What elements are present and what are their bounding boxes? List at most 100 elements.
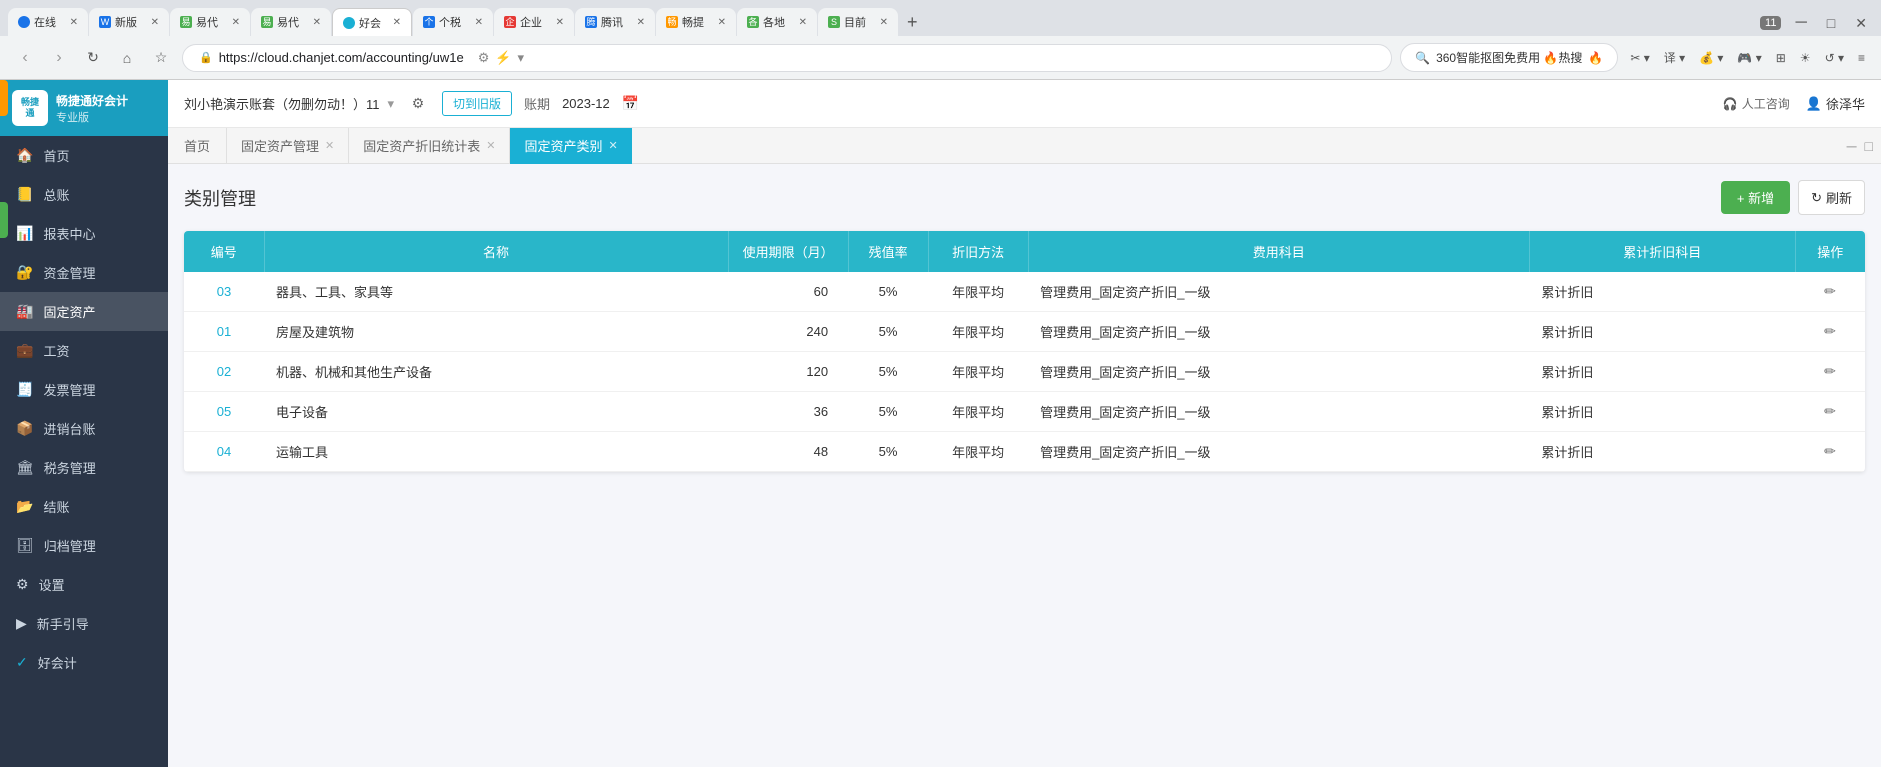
- nav-star[interactable]: ☆: [148, 45, 174, 71]
- tab-1-close[interactable]: ✕: [70, 17, 78, 28]
- sidebar-item-fixed[interactable]: 🏭 固定资产: [0, 292, 168, 331]
- sidebar-item-report[interactable]: 📊 报表中心: [0, 214, 168, 253]
- tab-2-close[interactable]: ✕: [151, 17, 159, 28]
- page-tab-fixed-mgmt[interactable]: 固定资产管理 ✕: [227, 128, 349, 164]
- page-tab-depreciation[interactable]: 固定资产折旧统计表 ✕: [349, 128, 510, 164]
- tab-6-close[interactable]: ✕: [475, 17, 483, 28]
- browser-close[interactable]: ✕: [1849, 15, 1873, 32]
- tab-5-close[interactable]: ✕: [393, 17, 401, 28]
- brand-info: 畅捷通好会计 专业版: [56, 92, 128, 125]
- tab-11-close[interactable]: ✕: [880, 17, 888, 28]
- browser-tab-2[interactable]: W 新版 ✕: [89, 8, 169, 36]
- row3-name: 机器、机械和其他生产设备: [264, 352, 728, 392]
- close-tab-2[interactable]: ✕: [486, 139, 495, 152]
- content-toolbar: + 新增 ↻ 刷新: [1721, 180, 1865, 215]
- sidebar-item-ledger[interactable]: 📒 总账: [0, 175, 168, 214]
- calendar-icon[interactable]: 📅: [622, 95, 639, 112]
- close-tab-3[interactable]: ✕: [609, 139, 618, 152]
- tab-9-close[interactable]: ✕: [718, 17, 726, 28]
- maximize-panel[interactable]: □: [1865, 138, 1873, 154]
- translate-tool[interactable]: 译 ▾: [1660, 49, 1689, 66]
- browser-tab-8[interactable]: 腾 腾讯 ✕: [575, 8, 655, 36]
- sidebar-item-salary[interactable]: 💼 工资: [0, 331, 168, 370]
- user-info[interactable]: 👤 徐泽华: [1806, 94, 1865, 113]
- add-btn[interactable]: + 新增: [1721, 181, 1790, 214]
- history-tool[interactable]: ↺ ▾: [1821, 51, 1848, 65]
- page-tab-category[interactable]: 固定资产类别 ✕: [510, 128, 631, 164]
- tab-4-close[interactable]: ✕: [313, 17, 321, 28]
- col-residual: 残值率: [848, 231, 928, 272]
- url-bar[interactable]: 🔒 https://cloud.chanjet.com/accounting/u…: [182, 44, 1392, 72]
- brand-name: 畅捷通好会计: [56, 92, 128, 109]
- sidebar-item-invoice[interactable]: 🧾 发票管理: [0, 370, 168, 409]
- fixed-icon: 🏭: [16, 303, 33, 320]
- dropdown-icon[interactable]: ▾: [388, 96, 395, 112]
- fixed-label: 固定资产: [43, 302, 95, 321]
- wallet-tool[interactable]: 💰 ▾: [1695, 51, 1727, 65]
- sidebar: 畅捷通 畅捷通好会计 专业版 🏠 首页 📒 总账 📊 报表中心: [0, 80, 168, 767]
- browser-tab-9[interactable]: 畅 畅提 ✕: [656, 8, 736, 36]
- game-tool[interactable]: 🎮 ▾: [1733, 51, 1765, 65]
- consult-btn[interactable]: 🎧 人工咨询: [1723, 95, 1790, 112]
- page-tab-home[interactable]: 首页: [168, 128, 227, 164]
- tab-8-close[interactable]: ✕: [637, 17, 645, 28]
- browser-tab-10[interactable]: 各 各地 ✕: [737, 8, 817, 36]
- browser-tab-3[interactable]: 易 易代 ✕: [170, 8, 250, 36]
- nav-forward[interactable]: ›: [46, 45, 72, 71]
- settings-label: 设置: [39, 575, 65, 594]
- browser-minimize[interactable]: ─: [1789, 14, 1812, 32]
- browser-tab-4[interactable]: 易 易代 ✕: [251, 8, 331, 36]
- brightness-tool[interactable]: ☀: [1796, 51, 1815, 65]
- new-tab-btn[interactable]: +: [899, 8, 926, 36]
- col-depreciation: 累计折旧科目: [1529, 231, 1795, 272]
- sidebar-item-funds[interactable]: 🔐 资金管理: [0, 253, 168, 292]
- sidebar-item-stock[interactable]: 📦 进销台账: [0, 409, 168, 448]
- row4-action[interactable]: ✏: [1795, 392, 1865, 432]
- grid-tool[interactable]: ⊞: [1772, 51, 1790, 65]
- sidebar-item-tax[interactable]: 🏛 税务管理: [0, 448, 168, 487]
- cut-tool[interactable]: ✂ ▾: [1626, 51, 1653, 65]
- row2-residual: 5%: [848, 312, 928, 352]
- menu-tool[interactable]: ≡: [1854, 51, 1869, 65]
- settings-btn[interactable]: ⚙: [406, 92, 430, 116]
- sidebar-item-settle[interactable]: 📂 结账: [0, 487, 168, 526]
- row3-expense: 管理费用_固定资产折旧_一级: [1028, 352, 1529, 392]
- browser-tab-7[interactable]: 企 企业 ✕: [494, 8, 574, 36]
- fire-icon: 🔥: [1588, 51, 1603, 65]
- switch-btn[interactable]: 切到旧版: [442, 91, 512, 116]
- minimize-panel[interactable]: ─: [1847, 138, 1857, 154]
- headset-icon: 🎧: [1723, 97, 1738, 111]
- nav-home[interactable]: ⌂: [114, 45, 140, 71]
- nav-reload[interactable]: ↻: [80, 45, 106, 71]
- tab-10-close[interactable]: ✕: [799, 17, 807, 28]
- tab-2-label: 新版: [115, 14, 137, 30]
- guide-icon: ▶: [16, 615, 27, 632]
- tab-3-close[interactable]: ✕: [232, 17, 240, 28]
- browser-tab-1[interactable]: 在线 ✕: [8, 8, 88, 36]
- report-label: 报表中心: [43, 224, 95, 243]
- archive-icon: 🗄: [16, 537, 34, 554]
- salary-icon: 💼: [16, 342, 33, 359]
- row5-action[interactable]: ✏: [1795, 432, 1865, 472]
- row3-period: 120: [728, 352, 848, 392]
- tab-7-close[interactable]: ✕: [556, 17, 564, 28]
- sidebar-item-settings[interactable]: ⚙ 设置: [0, 565, 168, 604]
- row3-action[interactable]: ✏: [1795, 352, 1865, 392]
- search-box[interactable]: 🔍 360智能抠图免费用 🔥热搜 🔥: [1400, 43, 1618, 72]
- period-value: 2023-12: [562, 96, 610, 111]
- row2-action[interactable]: ✏: [1795, 312, 1865, 352]
- browser-tab-11[interactable]: S 目前 ✕: [818, 8, 898, 36]
- close-tab-1[interactable]: ✕: [325, 139, 334, 152]
- browser-tab-5[interactable]: 好会 ✕: [332, 8, 412, 36]
- refresh-btn[interactable]: ↻ 刷新: [1798, 180, 1865, 215]
- sidebar-item-home[interactable]: 🏠 首页: [0, 136, 168, 175]
- sidebar-item-guide[interactable]: ▶ 新手引导: [0, 604, 168, 643]
- row1-action[interactable]: ✏: [1795, 272, 1865, 312]
- browser-maximize[interactable]: □: [1821, 15, 1841, 31]
- sidebar-item-good[interactable]: ✓ 好会计: [0, 643, 168, 682]
- nav-back[interactable]: ‹: [12, 45, 38, 71]
- url-text: https://cloud.chanjet.com/accounting/uw1…: [219, 50, 464, 65]
- sidebar-item-archive[interactable]: 🗄 归档管理: [0, 526, 168, 565]
- browser-tab-6[interactable]: 个 个税 ✕: [413, 8, 493, 36]
- table-row: 02 机器、机械和其他生产设备 120 5% 年限平均 管理费用_固定资产折旧_…: [184, 352, 1865, 392]
